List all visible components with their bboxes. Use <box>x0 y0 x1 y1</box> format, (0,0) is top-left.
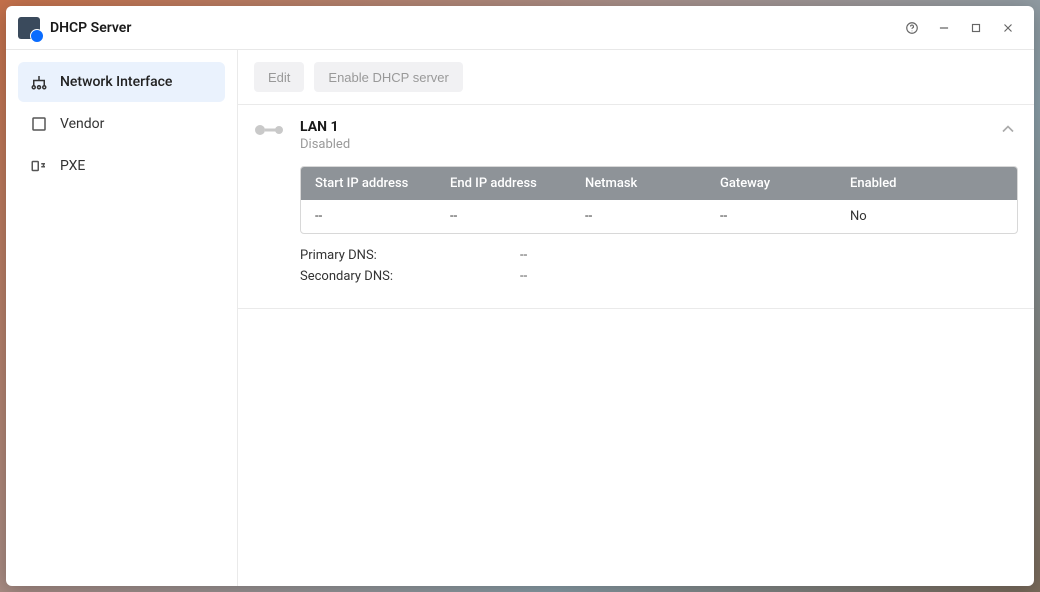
titlebar: DHCP Server <box>6 6 1034 50</box>
interface-header: LAN 1 Disabled <box>254 119 1018 152</box>
cell-gateway: -- <box>706 200 836 233</box>
pxe-icon <box>30 157 48 175</box>
secondary-dns-value: -- <box>520 269 527 284</box>
col-netmask: Netmask <box>571 167 706 200</box>
col-end-ip: End IP address <box>436 167 571 200</box>
sidebar: Network Interface Vendor PXE <box>6 50 238 586</box>
dns-block: Primary DNS: -- Secondary DNS: -- <box>300 248 1018 284</box>
cell-start-ip: -- <box>301 200 436 233</box>
content-area: Network Interface Vendor PXE Edit Enable… <box>6 50 1034 586</box>
sidebar-item-label: PXE <box>60 158 85 174</box>
vendor-icon <box>30 115 48 133</box>
interface-body: Start IP address End IP address Netmask … <box>254 166 1018 284</box>
sidebar-item-label: Network Interface <box>60 74 172 90</box>
cell-end-ip: -- <box>436 200 571 233</box>
help-icon <box>905 21 919 35</box>
interface-status: Disabled <box>300 137 998 152</box>
chevron-up-icon <box>998 119 1018 139</box>
network-interface-icon <box>30 73 48 91</box>
dhcp-range-table: Start IP address End IP address Netmask … <box>300 166 1018 234</box>
sidebar-item-pxe[interactable]: PXE <box>18 146 225 186</box>
table-header-row: Start IP address End IP address Netmask … <box>301 167 1017 200</box>
secondary-dns-row: Secondary DNS: -- <box>300 269 1018 284</box>
collapse-button[interactable] <box>998 119 1018 139</box>
primary-dns-value: -- <box>520 248 527 263</box>
edit-button[interactable]: Edit <box>254 62 304 92</box>
interface-status-icon <box>254 122 286 138</box>
table-row[interactable]: -- -- -- -- No <box>301 200 1017 233</box>
sidebar-item-label: Vendor <box>60 116 104 132</box>
maximize-icon <box>969 21 983 35</box>
secondary-dns-label: Secondary DNS: <box>300 269 520 284</box>
enable-dhcp-button[interactable]: Enable DHCP server <box>314 62 462 92</box>
primary-dns-row: Primary DNS: -- <box>300 248 1018 263</box>
sidebar-item-vendor[interactable]: Vendor <box>18 104 225 144</box>
cell-netmask: -- <box>571 200 706 233</box>
window-title: DHCP Server <box>50 20 131 36</box>
col-start-ip: Start IP address <box>301 167 436 200</box>
primary-dns-label: Primary DNS: <box>300 248 520 263</box>
app-icon <box>18 17 40 39</box>
minimize-icon <box>937 21 951 35</box>
minimize-button[interactable] <box>930 14 958 42</box>
main-panel: Edit Enable DHCP server LAN 1 Disabled <box>238 50 1034 586</box>
col-enabled: Enabled <box>836 167 1017 200</box>
col-gateway: Gateway <box>706 167 836 200</box>
help-button[interactable] <box>898 14 926 42</box>
maximize-button[interactable] <box>962 14 990 42</box>
interface-block: LAN 1 Disabled Start IP address End IP a… <box>238 105 1034 309</box>
close-icon <box>1001 21 1015 35</box>
app-window: DHCP Server Network Interface <box>6 6 1034 586</box>
sidebar-item-network-interface[interactable]: Network Interface <box>18 62 225 102</box>
toolbar: Edit Enable DHCP server <box>238 50 1034 105</box>
close-button[interactable] <box>994 14 1022 42</box>
interface-name: LAN 1 <box>300 119 998 135</box>
cell-enabled: No <box>836 200 1017 233</box>
